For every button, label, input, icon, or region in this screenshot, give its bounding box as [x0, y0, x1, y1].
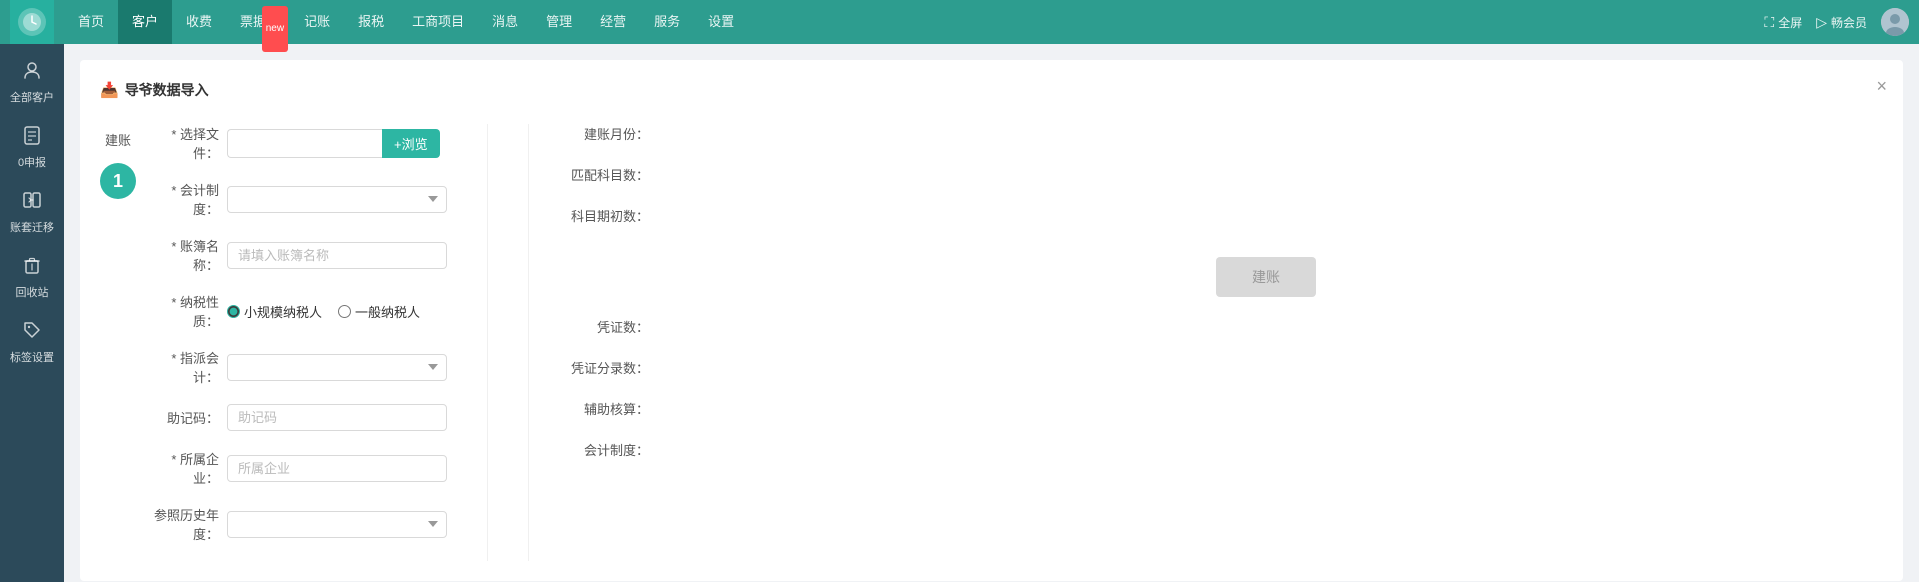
company-row: * 所属企业： — [152, 449, 447, 487]
logo-icon — [18, 8, 46, 36]
voucher-record-row: 凭证分录数： — [559, 358, 1883, 377]
nav-item-billing[interactable]: 收费 — [172, 0, 226, 44]
voucher-record-label: 凭证分录数： — [559, 358, 649, 377]
tax-radio-group: 小规模纳税人 一般纳税人 — [227, 302, 420, 321]
nav-item-invoice[interactable]: 票据 new — [226, 0, 290, 44]
import-icon: 📥 — [100, 81, 119, 99]
accounting-select[interactable] — [227, 186, 447, 213]
tax-type-label: * 纳税性质： — [152, 292, 227, 330]
avatar[interactable] — [1881, 8, 1909, 36]
company-label: * 所属企业： — [152, 449, 227, 487]
memo-code-input[interactable] — [227, 404, 447, 431]
nav-item-home[interactable]: 首页 — [64, 0, 118, 44]
history-year-select[interactable] — [227, 511, 447, 538]
member-btn[interactable]: ▷ 畅会员 — [1816, 14, 1867, 31]
main-content: 📥 导爷数据导入 × 建账 1 * 选择文件： — [64, 44, 1919, 582]
report-icon — [22, 125, 42, 150]
step-indicator: 建账 1 — [100, 130, 136, 199]
nav-item-service[interactable]: 服务 — [640, 0, 694, 44]
nav-right: ⛶ 全屏 ▷ 畅会员 — [1764, 8, 1909, 36]
small-taxpayer-option[interactable]: 小规模纳税人 — [227, 302, 322, 321]
file-input[interactable] — [227, 129, 382, 158]
sidebar-item-tags[interactable]: 标签设置 — [0, 312, 64, 373]
sidebar-label-recycle: 回收站 — [16, 284, 49, 300]
app-logo[interactable] — [10, 0, 54, 44]
accounting-row: * 会计制度： — [152, 180, 447, 218]
match-subject-label: 匹配科目数： — [559, 165, 649, 184]
subject-init-row: 科目期初数： — [559, 206, 1883, 225]
accountant-label: * 指派会计： — [152, 348, 227, 386]
accounting-label: * 会计制度： — [152, 180, 227, 218]
tag-icon — [22, 320, 42, 345]
match-subject-row: 匹配科目数： — [559, 165, 1883, 184]
form-fields: * 选择文件： +浏览 * 会计制度： — [152, 124, 447, 561]
subject-init-label: 科目期初数： — [559, 206, 649, 225]
sidebar-label-tags: 标签设置 — [10, 349, 54, 365]
tax-type-row: * 纳税性质： 小规模纳税人 一般纳税人 — [152, 292, 447, 330]
nav-item-settings[interactable]: 设置 — [694, 0, 748, 44]
voucher-count-label: 凭证数： — [559, 317, 649, 336]
ledger-name-input[interactable] — [227, 242, 447, 269]
new-badge: new — [262, 6, 288, 52]
company-input[interactable] — [227, 455, 447, 482]
accounting-system-label: 会计制度： — [559, 440, 649, 459]
right-info-section: 建账月份： 匹配科目数： 科目期初数： 建账 — [528, 124, 1883, 561]
memo-code-label: 助记码： — [152, 408, 227, 427]
history-year-label: 参照历史年度： — [152, 505, 227, 543]
panel-title: 📥 导爷数据导入 — [100, 80, 1883, 100]
ledger-name-row: * 账簿名称： — [152, 236, 447, 274]
fullscreen-icon: ⛶ — [1764, 14, 1774, 31]
sidebar-label-zero-report: 0申报 — [18, 154, 46, 170]
vertical-divider — [487, 124, 488, 561]
migrate-icon — [22, 190, 42, 215]
small-taxpayer-radio[interactable] — [227, 305, 240, 318]
sidebar-label-all-customers: 全部客户 — [10, 89, 54, 105]
aux-calc-row: 辅助核算： — [559, 399, 1883, 418]
left-form-area: 建账 1 * 选择文件： +浏览 — [100, 124, 447, 561]
sidebar-item-migrate[interactable]: 账套迁移 — [0, 182, 64, 243]
nav-item-admin[interactable]: 管理 — [532, 0, 586, 44]
step-label: 建账 — [105, 130, 131, 149]
build-month-row: 建账月份： — [559, 124, 1883, 143]
people-icon — [22, 60, 42, 85]
top-nav: 首页 客户 收费 票据 new 记账 报税 工商项目 消息 管理 经营 服务 设… — [0, 0, 1919, 44]
step-circle: 1 — [100, 163, 136, 199]
nav-item-business[interactable]: 工商项目 — [398, 0, 478, 44]
nav-item-message[interactable]: 消息 — [478, 0, 532, 44]
panel: 📥 导爷数据导入 × 建账 1 * 选择文件： — [80, 60, 1903, 581]
nav-item-bookkeeping[interactable]: 记账 — [290, 0, 344, 44]
general-taxpayer-option[interactable]: 一般纳税人 — [338, 302, 420, 321]
build-btn-container: 建账 — [559, 247, 1883, 297]
accountant-row: * 指派会计： — [152, 348, 447, 386]
sidebar-item-all-customers[interactable]: 全部客户 — [0, 52, 64, 113]
file-row: * 选择文件： +浏览 — [152, 124, 447, 162]
general-taxpayer-radio[interactable] — [338, 305, 351, 318]
history-year-row: 参照历史年度： — [152, 505, 447, 543]
trash-icon — [22, 255, 42, 280]
file-label: * 选择文件： — [152, 124, 227, 162]
sidebar: 全部客户 0申报 账套迁移 — [0, 44, 64, 582]
sidebar-label-migrate: 账套迁移 — [10, 219, 54, 235]
aux-calc-label: 辅助核算： — [559, 399, 649, 418]
accounting-system-row: 会计制度： — [559, 440, 1883, 459]
file-input-group: +浏览 — [227, 129, 440, 158]
fullscreen-btn[interactable]: ⛶ 全屏 — [1764, 14, 1802, 31]
nav-item-customer[interactable]: 客户 — [118, 0, 172, 44]
accountant-select[interactable] — [227, 354, 447, 381]
main-nav: 首页 客户 收费 票据 new 记账 报税 工商项目 消息 管理 经营 服务 设… — [64, 0, 748, 44]
ledger-name-label: * 账簿名称： — [152, 236, 227, 274]
sidebar-item-recycle[interactable]: 回收站 — [0, 247, 64, 308]
sidebar-item-zero-report[interactable]: 0申报 — [0, 117, 64, 178]
build-account-button[interactable]: 建账 — [1216, 257, 1316, 297]
close-button[interactable]: × — [1876, 76, 1887, 97]
form-body: 建账 1 * 选择文件： +浏览 — [100, 124, 1883, 561]
nav-item-operation[interactable]: 经营 — [586, 0, 640, 44]
voucher-count-row: 凭证数： — [559, 317, 1883, 336]
build-month-label: 建账月份： — [559, 124, 649, 143]
memo-code-row: 助记码： — [152, 404, 447, 431]
play-icon: ▷ — [1816, 14, 1827, 31]
browse-button[interactable]: +浏览 — [382, 129, 440, 158]
nav-item-tax[interactable]: 报税 — [344, 0, 398, 44]
page-layout: 全部客户 0申报 账套迁移 — [0, 44, 1919, 582]
